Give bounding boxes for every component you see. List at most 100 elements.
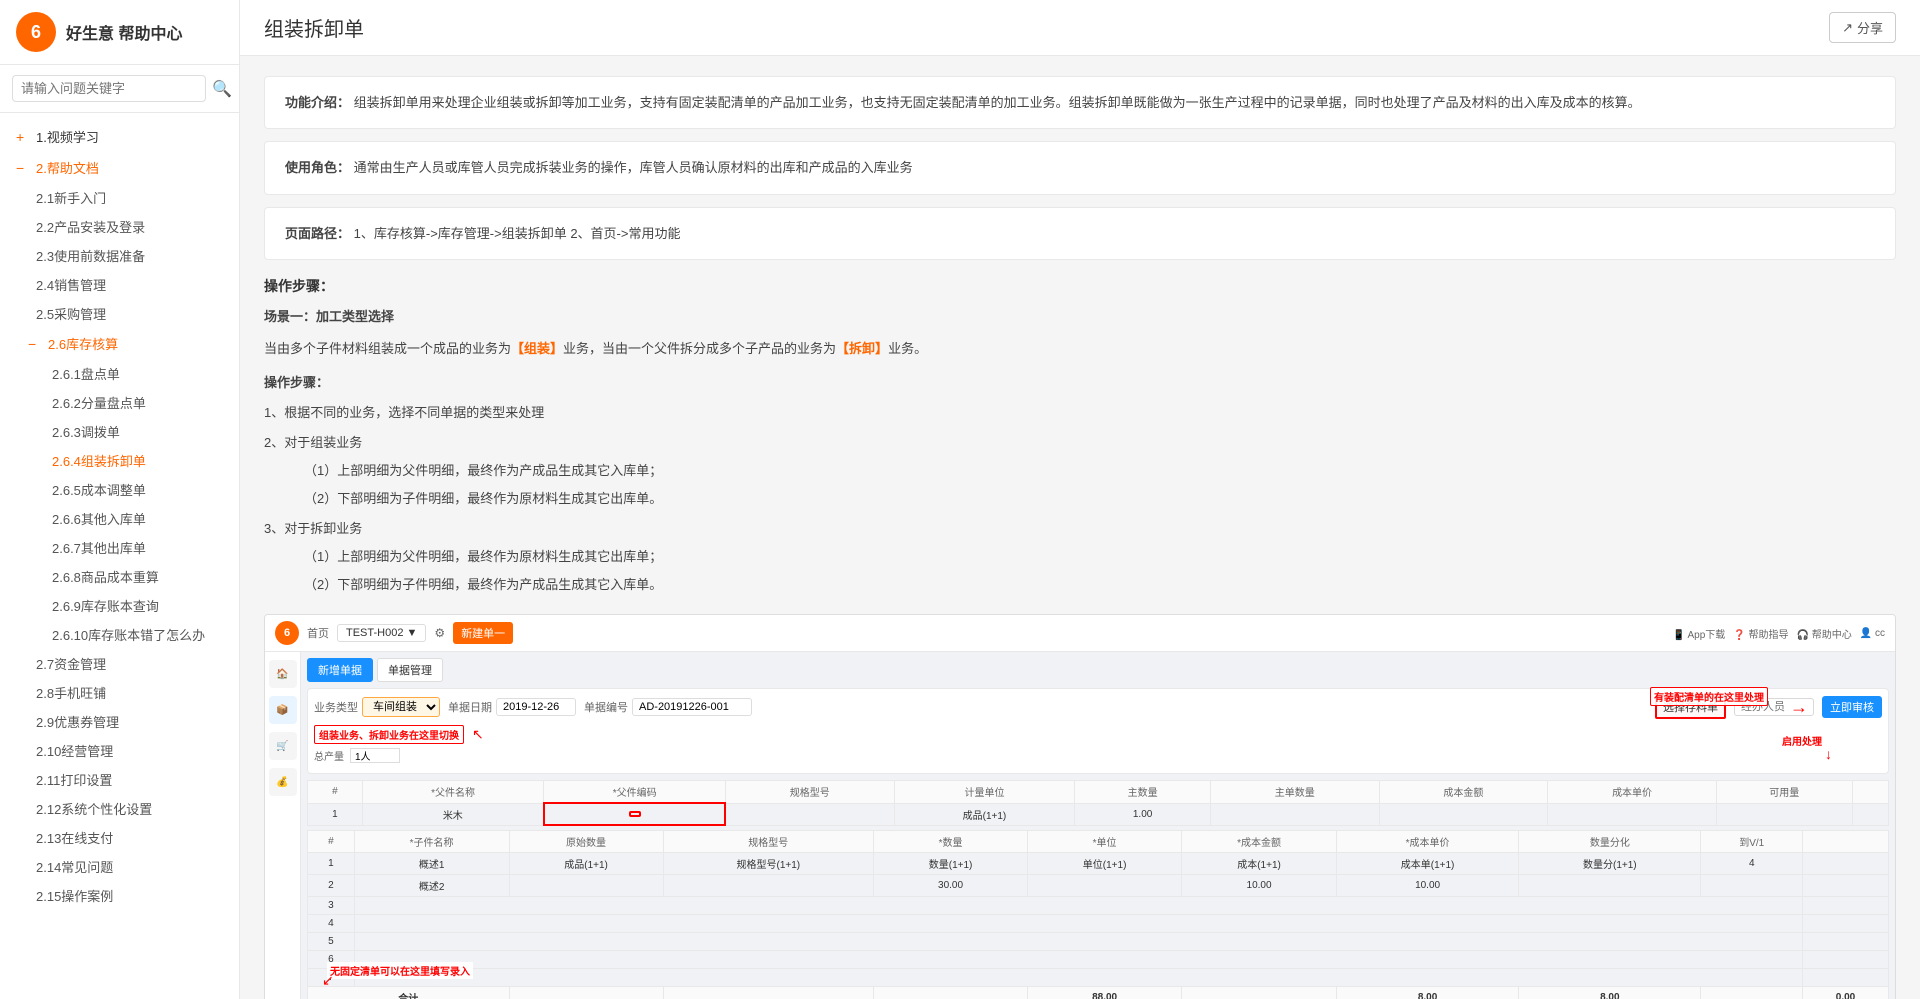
content-area: 功能介绍： 组装拆卸单用来处理企业组装或拆卸等加工业务，支持有固定装配清单的产品… — [240, 56, 1920, 999]
scene1-label: 场景一：加工类型选择 — [264, 304, 1896, 330]
footer-v1: 8.00 — [1336, 987, 1518, 999]
sidebar-sub-other-in[interactable]: 2.6.6其他入库单 — [0, 504, 239, 533]
sidebar-sub-coupon[interactable]: 2.9优惠券管理 — [0, 707, 239, 736]
cell-spec — [663, 875, 873, 897]
share-button[interactable]: ↗ 分享 — [1829, 12, 1896, 43]
annotation-arrow-4: ↙ — [322, 972, 334, 989]
field-type: 业务类型 车间组装 车间拆卸 — [314, 697, 440, 717]
sidebar-header: 6 好生意 帮助中心 — [0, 0, 239, 65]
cell-qty: 数量(1+1) — [874, 853, 1028, 875]
sidebar-sub-cost-recalc[interactable]: 2.6.8商品成本重算 — [0, 562, 239, 591]
sidebar-sub-pandian[interactable]: 2.6.1盘点单 — [0, 359, 239, 388]
total-qty-input[interactable] — [350, 748, 400, 763]
func-intro-text: 组装拆卸单用来处理企业组装或拆卸等加工业务，支持有固定装配清单的产品加工业务，也… — [354, 95, 1641, 110]
footer-label: 合计 — [308, 987, 510, 999]
annotation-switch: 组装业务、拆卸业务在这里切换 — [314, 725, 464, 744]
footer-empty1 — [509, 987, 663, 999]
nav-icon-purchase[interactable]: 🛒 — [269, 732, 297, 760]
cell-ucost: 10.00 — [1336, 875, 1518, 897]
cell-qty: 30.00 — [874, 875, 1028, 897]
sidebar-sub-diaob[interactable]: 2.6.3调拨单 — [0, 417, 239, 446]
sidebar-sub-operation[interactable]: 2.10经营管理 — [0, 736, 239, 765]
nav-icon-finance[interactable]: 💰 — [269, 768, 297, 796]
confirm-btn[interactable]: 立即审核 — [1822, 696, 1882, 718]
cell-empty — [354, 915, 1802, 933]
sidebar-sub-pandian2[interactable]: 2.6.2分量盘点单 — [0, 388, 239, 417]
app-download-link[interactable]: 📱 App下载 — [1673, 626, 1725, 641]
table-row: 5 — [308, 933, 1889, 951]
field-no: 单据编号 — [584, 698, 752, 716]
annotation-manual-entry: 无固定清单可以在这里填写录入 — [327, 962, 473, 979]
date-input[interactable] — [496, 698, 576, 716]
minus-icon: − — [16, 160, 30, 176]
sidebar-sub-cases[interactable]: 2.15操作案例 — [0, 881, 239, 910]
search-input[interactable] — [12, 75, 206, 102]
user-avatar[interactable]: 👤 cc — [1860, 628, 1885, 639]
cell-no: 3 — [308, 897, 355, 915]
nav-icon-inventory[interactable]: 📦 — [269, 696, 297, 724]
role-block: 使用角色： 通常由生产人员或库管人员完成拆装业务的操作，库管人员确认原材料的出库… — [264, 141, 1896, 194]
path-block: 页面路径： 1、库存核算->库存管理->组装拆卸单 2、首页->常用功能 — [264, 207, 1896, 260]
app-screenshot: 6 首页 TEST-H002 ▼ ⚙ 新建单一 📱 App下载 ❓ 帮助指导 🎧… — [265, 615, 1895, 999]
sidebar-sub-install[interactable]: 2.2产品安装及登录 — [0, 212, 239, 241]
sidebar-sub-other-out[interactable]: 2.6.7其他出库单 — [0, 533, 239, 562]
sidebar-item-label: 2.6库存核算 — [48, 334, 118, 353]
sidebar-sub-inventory-error[interactable]: 2.6.10库存账本错了怎么办 — [0, 620, 239, 649]
cell-unit: 单位(1+1) — [1028, 853, 1182, 875]
sidebar-sub-sales[interactable]: 2.4销售管理 — [0, 270, 239, 299]
plus-icon: + — [16, 129, 30, 145]
tab-doc-manage[interactable]: 单据管理 — [377, 658, 443, 682]
footer-v4: 0.00 — [1803, 987, 1889, 999]
type-select[interactable]: 车间组装 车间拆卸 — [362, 697, 440, 717]
footer-empty2 — [663, 987, 873, 999]
cell-code — [544, 803, 726, 825]
sidebar-item-docs[interactable]: − 2.帮助文档 — [0, 152, 239, 183]
cell-avail — [1716, 803, 1852, 825]
footer-total: 88.00 — [1028, 987, 1182, 999]
cell-act — [1803, 853, 1889, 875]
path-text: 1、库存核算->库存管理->组装拆卸单 2、首页->常用功能 — [354, 226, 681, 241]
search-button[interactable]: 🔍 — [212, 79, 232, 99]
help-guide-link[interactable]: ❓ 帮助指导 — [1733, 626, 1788, 641]
cell-act — [1803, 875, 1889, 897]
sidebar-sub-xinshourumen[interactable]: 2.1新手入门 — [0, 183, 239, 212]
cell-no: 5 — [308, 933, 355, 951]
sidebar-sub-costadj[interactable]: 2.6.5成本调整单 — [0, 475, 239, 504]
sidebar-item-label: 1.视频学习 — [36, 127, 99, 146]
col-spec2: 规格型号 — [663, 831, 873, 853]
sidebar-item-video[interactable]: + 1.视频学习 — [0, 121, 239, 152]
new-doc-btn[interactable]: 新建单一 — [453, 622, 513, 644]
sidebar-sub-mobile[interactable]: 2.8手机旺铺 — [0, 678, 239, 707]
table-row: 3 — [308, 897, 1889, 915]
main-header: 组装拆卸单 ↗ 分享 — [240, 0, 1920, 56]
help-center-link[interactable]: 🎧 帮助中心 — [1797, 626, 1852, 641]
sidebar-sub-payment[interactable]: 2.13在线支付 — [0, 823, 239, 852]
cell-cost: 成本(1+1) — [1182, 853, 1337, 875]
func-intro-block: 功能介绍： 组装拆卸单用来处理企业组装或拆卸等加工业务，支持有固定装配清单的产品… — [264, 76, 1896, 129]
sidebar-sub-print[interactable]: 2.11打印设置 — [0, 765, 239, 794]
tab-new-doc[interactable]: 新增单据 — [307, 658, 373, 682]
sidebar-sub-purchase[interactable]: 2.5采购管理 — [0, 299, 239, 328]
sidebar-item-inventory[interactable]: − 2.6库存核算 — [0, 328, 239, 359]
table-footer-row: 合计 88.00 8.00 8.00 — [308, 987, 1889, 999]
cell-child-name: 概述1 — [354, 853, 509, 875]
highlight-disassembly: 【拆卸】 — [836, 341, 888, 356]
step2-text: 2、对于组装业务 — [264, 430, 1896, 456]
annotation-fixed-bom: 有装配清单的在这里处理 — [1650, 687, 1768, 706]
footer-empty3 — [1182, 987, 1337, 999]
no-input[interactable] — [632, 698, 752, 716]
cell-dist: 数量分(1+1) — [1519, 853, 1701, 875]
cell-no: 1 — [308, 853, 355, 875]
sidebar-sub-capital[interactable]: 2.7资金管理 — [0, 649, 239, 678]
app-tabs: 新增单据 单据管理 — [307, 658, 1889, 682]
cell-spec — [725, 803, 894, 825]
cell-cost: 10.00 — [1182, 875, 1337, 897]
sidebar-sub-dataprepare[interactable]: 2.3使用前数据准备 — [0, 241, 239, 270]
company-dropdown[interactable]: TEST-H002 ▼ — [337, 624, 426, 642]
sidebar-sub-faq[interactable]: 2.14常见问题 — [0, 852, 239, 881]
func-intro-label: 功能介绍： — [285, 95, 350, 110]
nav-icon-home[interactable]: 🏠 — [269, 660, 297, 688]
sidebar-sub-assembly[interactable]: 2.6.4组装拆卸单 — [0, 446, 239, 475]
sidebar-sub-system[interactable]: 2.12系统个性化设置 — [0, 794, 239, 823]
sidebar-sub-inventory-query[interactable]: 2.6.9库存账本查询 — [0, 591, 239, 620]
